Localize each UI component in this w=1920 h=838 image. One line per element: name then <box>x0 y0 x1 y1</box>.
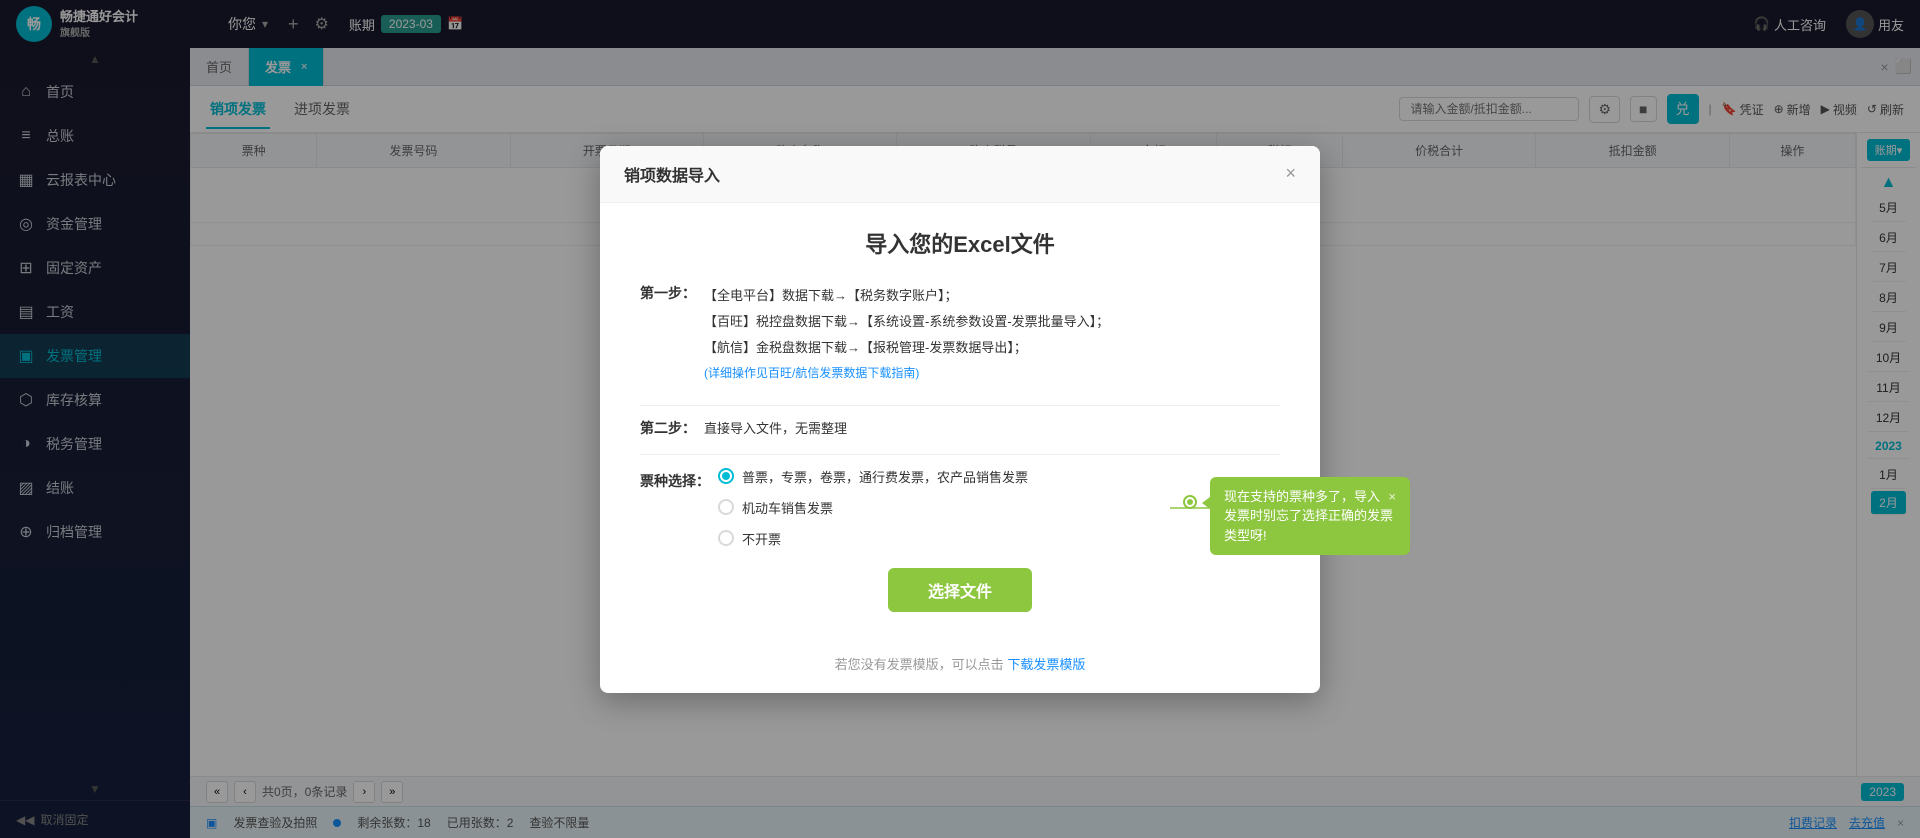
ticket-label: 票种选择： <box>640 467 710 491</box>
radio-general-dot <box>718 468 734 484</box>
radio-none-label: 不开票 <box>742 529 781 548</box>
step1-label: 第一步： <box>640 283 696 303</box>
radio-motor-dot <box>718 499 734 515</box>
tooltip-close-btn[interactable]: × <box>1388 487 1396 507</box>
step2-label: 第二步： <box>640 418 696 438</box>
modal-close-button[interactable]: × <box>1285 163 1296 184</box>
modal-overlay: 销项数据导入 × 导入您的Excel文件 第一步： 【全电平台】数据下载→【税务… <box>190 48 1920 838</box>
modal-title: 销项数据导入 <box>624 162 720 186</box>
step1-section: 第一步： 【全电平台】数据下载→【税务数字账户】； 【百旺】税控盘数据下载→【系… <box>640 283 1280 385</box>
step1-line2: 【百旺】税控盘数据下载→【系统设置-系统参数设置-发票批量导入】； <box>704 309 1109 335</box>
import-modal: 销项数据导入 × 导入您的Excel文件 第一步： 【全电平台】数据下载→【税务… <box>600 146 1320 693</box>
step1-line1: 【全电平台】数据下载→【税务数字账户】； <box>704 283 1109 309</box>
download-template-link[interactable]: 下载发票模版 <box>1007 657 1085 672</box>
step1-content: 【全电平台】数据下载→【税务数字账户】； 【百旺】税控盘数据下载→【系统设置-系… <box>704 283 1109 385</box>
step1-link[interactable]: (详细操作见百旺/航信发票数据下载指南) <box>704 361 1109 385</box>
radio-general[interactable]: 普票，专票，卷票，通行费发票，农产品销售发票 <box>718 467 1028 486</box>
ticket-select-section: 票种选择： 普票，专票，卷票，通行费发票，农产品销售发票 机动车销售发票 <box>640 467 1280 548</box>
radio-motor-label: 机动车销售发票 <box>742 498 833 517</box>
tooltip-bubble: × 现在支持的票种多了，导入发票时别忘了选择正确的发票类型呀! <box>1210 477 1410 556</box>
radio-general-label: 普票，专票，卷票，通行费发票，农产品销售发票 <box>742 467 1028 486</box>
radio-none-dot <box>718 530 734 546</box>
main-content: 首页 发票 × × ⬜ 销项发票 进项发票 ⚙ <box>190 48 1920 838</box>
tooltip-dot <box>1185 497 1195 507</box>
step-divider <box>640 405 1280 406</box>
step1-line3: 【航信】金税盘数据下载→【报税管理-发票数据导出】； <box>704 335 1109 361</box>
footer-text: 若您没有发票模版，可以点击 <box>835 657 1004 672</box>
step2-divider <box>640 454 1280 455</box>
radio-motor[interactable]: 机动车销售发票 <box>718 498 1028 517</box>
tooltip-area: × 现在支持的票种多了，导入发票时别忘了选择正确的发票类型呀! <box>1170 477 1410 556</box>
radio-none[interactable]: 不开票 <box>718 529 1028 548</box>
radio-group: 普票，专票，卷票，通行费发票，农产品销售发票 机动车销售发票 不开票 <box>718 467 1028 548</box>
select-file-button[interactable]: 选择文件 <box>888 568 1032 612</box>
modal-main-title: 导入您的Excel文件 <box>640 227 1280 259</box>
modal-header: 销项数据导入 × <box>600 146 1320 203</box>
step2-text: 直接导入文件，无需整理 <box>704 418 847 437</box>
step2-section: 第二步： 直接导入文件，无需整理 <box>640 418 1280 438</box>
modal-footer: 若您没有发票模版，可以点击 下载发票模版 <box>600 642 1320 693</box>
modal-body: 导入您的Excel文件 第一步： 【全电平台】数据下载→【税务数字账户】； 【百… <box>600 203 1320 642</box>
main-layout: ▲ ⌂ 首页 ≡ 总账 ▦ 云报表中心 ◎ 资金管理 ⊞ 固定资产 <box>0 48 1920 838</box>
tooltip-text: 现在支持的票种多了，导入发票时别忘了选择正确的发票类型呀! <box>1224 489 1393 543</box>
